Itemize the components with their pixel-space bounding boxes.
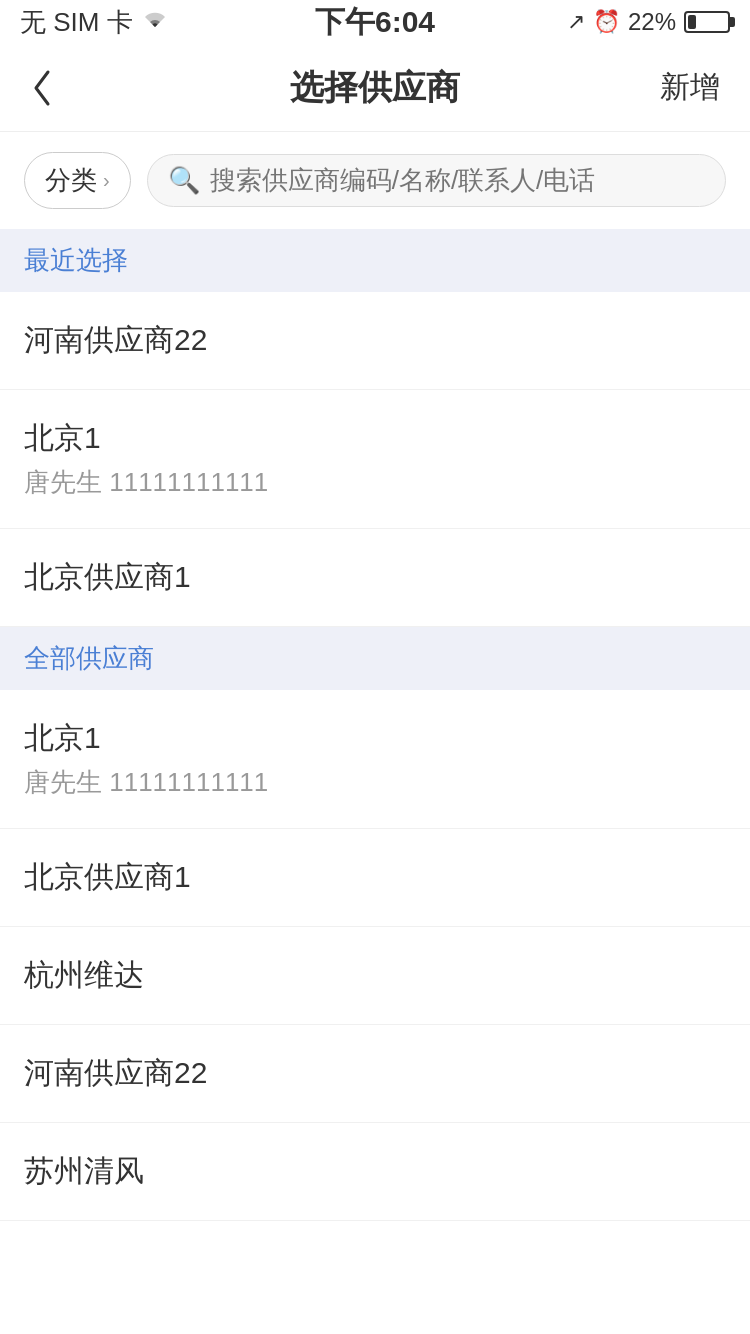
search-input[interactable]: [210, 165, 705, 196]
list-item[interactable]: 北京供应商1: [0, 829, 750, 927]
list-item[interactable]: 北京供应商1: [0, 529, 750, 627]
item-detail: 唐先生 11111111111: [24, 465, 726, 500]
status-time: 下午6:04: [315, 2, 435, 43]
item-name: 北京供应商1: [24, 557, 726, 598]
filter-bar: 分类 › 🔍: [0, 132, 750, 229]
back-button[interactable]: [30, 68, 90, 108]
all-section-label: 全部供应商: [24, 643, 154, 673]
battery-icon: [684, 11, 730, 33]
item-name: 北京1: [24, 718, 726, 759]
list-item[interactable]: 北京1 唐先生 11111111111: [0, 390, 750, 529]
list-item[interactable]: 苏州清风: [0, 1123, 750, 1221]
item-name: 河南供应商22: [24, 1053, 726, 1094]
battery-percent: 22%: [628, 8, 676, 36]
status-left: 无 SIM 卡: [20, 5, 169, 40]
status-bar: 无 SIM 卡 下午6:04 ↗ ⏰ 22%: [0, 0, 750, 44]
search-icon: 🔍: [168, 165, 200, 196]
recent-section-label: 最近选择: [24, 245, 128, 275]
alarm-icon: ⏰: [593, 9, 620, 35]
all-items-list: 北京1 唐先生 11111111111 北京供应商1 杭州维达河南供应商22 苏州清风: [0, 690, 750, 1221]
chevron-right-icon: ›: [103, 169, 110, 192]
wifi-icon: [141, 7, 169, 38]
all-section-header: 全部供应商: [0, 627, 750, 690]
item-detail: 唐先生 11111111111: [24, 765, 726, 800]
location-icon: ↗: [567, 9, 585, 35]
item-name: 苏州清风: [24, 1151, 726, 1192]
item-name: 河南供应商22: [24, 320, 726, 361]
search-box[interactable]: 🔍: [147, 154, 726, 207]
category-label: 分类: [45, 163, 97, 198]
recent-section-header: 最近选择: [0, 229, 750, 292]
status-right: ↗ ⏰ 22%: [567, 8, 730, 36]
item-name: 北京1: [24, 418, 726, 459]
add-button[interactable]: 新增: [660, 67, 720, 108]
carrier-text: 无 SIM 卡: [20, 5, 133, 40]
page-title: 选择供应商: [290, 65, 460, 111]
list-item[interactable]: 北京1 唐先生 11111111111: [0, 690, 750, 829]
item-name: 北京供应商1: [24, 857, 726, 898]
category-filter[interactable]: 分类 ›: [24, 152, 131, 209]
list-item[interactable]: 河南供应商22: [0, 1025, 750, 1123]
item-name: 杭州维达: [24, 955, 726, 996]
list-item[interactable]: 河南供应商22: [0, 292, 750, 390]
recent-items-list: 河南供应商22 北京1 唐先生 11111111111 北京供应商1: [0, 292, 750, 627]
list-item[interactable]: 杭州维达: [0, 927, 750, 1025]
nav-bar: 选择供应商 新增: [0, 44, 750, 132]
